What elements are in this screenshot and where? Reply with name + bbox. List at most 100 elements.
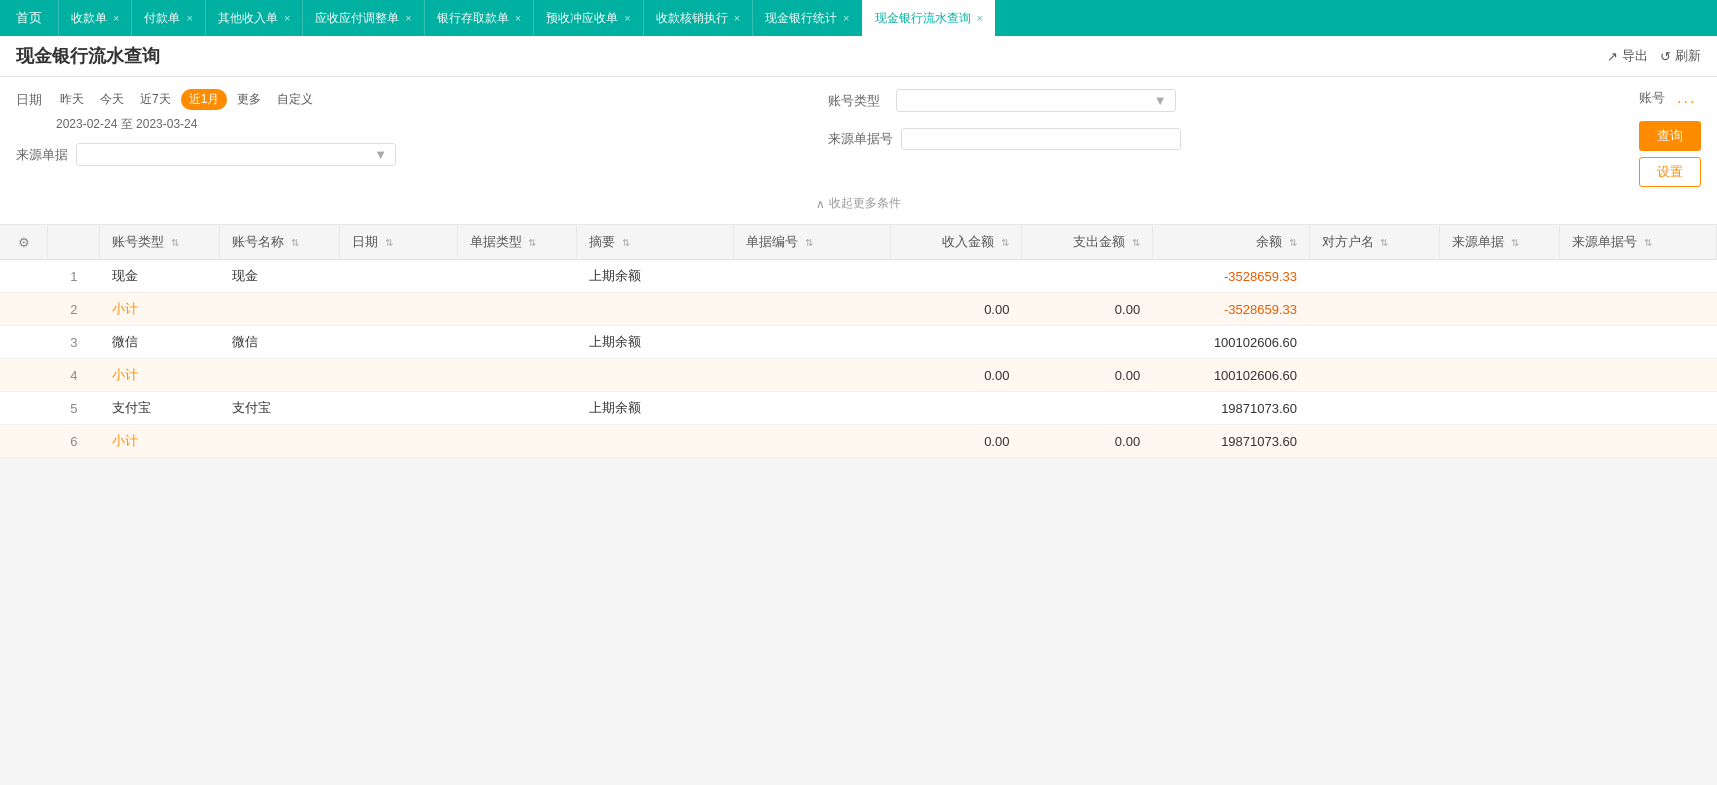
row-settings (0, 326, 48, 359)
row-bill-type (457, 326, 577, 359)
close-icon[interactable]: × (113, 12, 119, 24)
account-type-select[interactable]: ▼ (896, 89, 1176, 112)
top-navigation: 首页 收款单 × 付款单 × 其他收入单 × 应收应付调整单 × 银行存取款单 … (0, 0, 1717, 36)
table-row: 4 小计 0.00 0.00 100102606.60 (0, 359, 1717, 392)
col-header-source-bill[interactable]: 来源单据 ⇅ (1440, 225, 1560, 260)
close-icon[interactable]: × (977, 12, 983, 24)
sort-icon: ⇅ (1380, 237, 1388, 248)
row-bill-no (734, 326, 891, 359)
nav-tab-xianjintongji[interactable]: 现金银行统计 × (752, 0, 861, 36)
settings-button[interactable]: 设置 (1639, 157, 1701, 187)
close-icon[interactable]: × (405, 12, 411, 24)
col-header-bill-no[interactable]: 单据编号 ⇅ (734, 225, 891, 260)
sort-icon: ⇅ (1289, 237, 1297, 248)
row-expense: 0.00 (1021, 425, 1152, 458)
row-account-name: 支付宝 (220, 392, 340, 425)
row-balance: 19871073.60 (1152, 425, 1309, 458)
row-balance: 19871073.60 (1152, 392, 1309, 425)
row-date (340, 425, 458, 458)
query-button[interactable]: 查询 (1639, 121, 1701, 151)
row-summary: 上期余额 (577, 392, 734, 425)
column-settings-icon[interactable]: ⚙ (0, 225, 48, 260)
nav-tab-liushuichaxun[interactable]: 现金银行流水查询 × (862, 0, 995, 36)
col-header-summary[interactable]: 摘要 ⇅ (577, 225, 734, 260)
row-account-name: 微信 (220, 326, 340, 359)
account-type-label: 账号类型 (828, 92, 888, 110)
nav-tab-qitashouru[interactable]: 其他收入单 × (205, 0, 302, 36)
table-row: 3 微信 微信 上期余额 100102606.60 (0, 326, 1717, 359)
sort-icon: ⇅ (1132, 237, 1140, 248)
col-header-income[interactable]: 收入金额 ⇅ (891, 225, 1022, 260)
export-icon: ↗ (1607, 49, 1618, 64)
row-account-type: 小计 (100, 293, 220, 326)
date-opt-today[interactable]: 今天 (94, 89, 130, 110)
row-balance: 100102606.60 (1152, 326, 1309, 359)
nav-tab-shoukuandan[interactable]: 收款单 × (58, 0, 131, 36)
sort-icon: ⇅ (171, 237, 179, 248)
date-opt-more[interactable]: 更多 (231, 89, 267, 110)
nav-tab-yinhang[interactable]: 银行存取款单 × (424, 0, 533, 36)
row-summary: 上期余额 (577, 326, 734, 359)
close-icon[interactable]: × (186, 12, 192, 24)
export-button[interactable]: ↗ 导出 (1607, 47, 1648, 65)
col-header-balance[interactable]: 余额 ⇅ (1152, 225, 1309, 260)
table-row: 6 小计 0.00 0.00 19871073.60 (0, 425, 1717, 458)
account-ellipsis-button[interactable]: ... (1677, 89, 1696, 107)
col-header-source-no[interactable]: 来源单据号 ⇅ (1560, 225, 1717, 260)
row-date (340, 293, 458, 326)
sort-icon: ⇅ (805, 237, 813, 248)
date-opt-yesterday[interactable]: 昨天 (54, 89, 90, 110)
nav-tab-shoukuanhexiao[interactable]: 收款核销执行 × (643, 0, 752, 36)
row-num: 5 (48, 392, 100, 425)
nav-tab-fukuandan[interactable]: 付款单 × (131, 0, 204, 36)
table-row: 2 小计 0.00 0.00 -3528659.33 (0, 293, 1717, 326)
close-icon[interactable]: × (843, 12, 849, 24)
source-bill-no-input[interactable] (901, 128, 1181, 150)
close-icon[interactable]: × (624, 12, 630, 24)
source-bill-label: 来源单据 (16, 146, 68, 164)
nav-tab-yingshouyingfu[interactable]: 应收应付调整单 × (302, 0, 423, 36)
row-account-type: 支付宝 (100, 392, 220, 425)
date-opt-custom[interactable]: 自定义 (271, 89, 319, 110)
source-bill-select[interactable]: ▼ (76, 143, 396, 166)
nav-home[interactable]: 首页 (0, 0, 58, 36)
row-source-no (1560, 392, 1717, 425)
row-expense (1021, 260, 1152, 293)
row-bill-no (734, 260, 891, 293)
sort-icon: ⇅ (385, 237, 393, 248)
row-account-type: 微信 (100, 326, 220, 359)
row-bill-type (457, 293, 577, 326)
sort-icon: ⇅ (1511, 237, 1519, 248)
table-header-row: ⚙ 账号类型 ⇅ 账号名称 ⇅ 日期 ⇅ 单据类型 ⇅ (0, 225, 1717, 260)
nav-tab-yushou[interactable]: 预收冲应收单 × (533, 0, 642, 36)
row-expense: 0.00 (1021, 293, 1152, 326)
row-counterparty (1309, 293, 1440, 326)
refresh-button[interactable]: ↺ 刷新 (1660, 47, 1701, 65)
row-date (340, 392, 458, 425)
refresh-icon: ↺ (1660, 49, 1671, 64)
filter-area: 日期 昨天 今天 近7天 近1月 更多 自定义 2023-02-24 至 202… (0, 77, 1717, 225)
collapse-filters-bar[interactable]: ∧ 收起更多条件 (16, 195, 1701, 212)
sort-icon: ⇅ (622, 237, 630, 248)
date-opt-1month[interactable]: 近1月 (181, 89, 228, 110)
row-summary (577, 359, 734, 392)
col-header-date[interactable]: 日期 ⇅ (340, 225, 458, 260)
date-opt-7days[interactable]: 近7天 (134, 89, 177, 110)
close-icon[interactable]: × (515, 12, 521, 24)
close-icon[interactable]: × (284, 12, 290, 24)
row-account-name (220, 425, 340, 458)
col-header-expense[interactable]: 支出金额 ⇅ (1021, 225, 1152, 260)
row-counterparty (1309, 326, 1440, 359)
close-icon[interactable]: × (734, 12, 740, 24)
col-header-account-type[interactable]: 账号类型 ⇅ (100, 225, 220, 260)
date-options: 昨天 今天 近7天 近1月 更多 自定义 (54, 89, 319, 110)
col-header-bill-type[interactable]: 单据类型 ⇅ (457, 225, 577, 260)
row-bill-type (457, 260, 577, 293)
row-balance: 100102606.60 (1152, 359, 1309, 392)
row-source-bill (1440, 260, 1560, 293)
row-date (340, 326, 458, 359)
date-range-display: 2023-02-24 至 2023-03-24 (56, 116, 197, 133)
row-bill-no (734, 359, 891, 392)
col-header-counterparty[interactable]: 对方户名 ⇅ (1309, 225, 1440, 260)
col-header-account-name[interactable]: 账号名称 ⇅ (220, 225, 340, 260)
